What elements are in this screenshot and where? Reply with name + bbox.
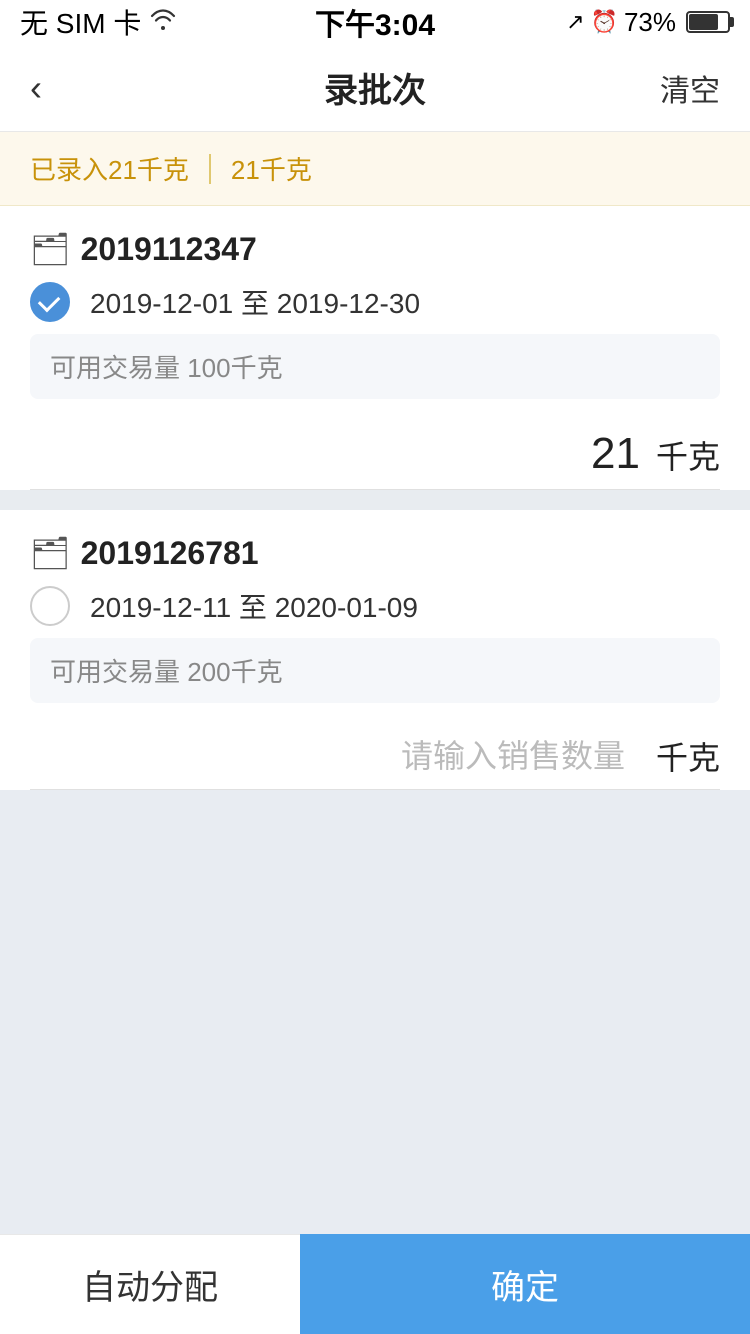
date-row-1[interactable]: 2019-12-01 至 2019-12-30 [0,276,750,334]
status-time: 下午3:04 [315,0,435,44]
amount-value-1: 21 [591,429,640,479]
separator-1 [0,490,750,510]
quantity-input[interactable] [220,738,640,775]
auto-distribute-button[interactable]: 自动分配 [0,1234,300,1334]
input-unit-2: 千克 [656,733,720,779]
input-row-2: 千克 [0,723,750,789]
batch-id-row-1: 🗂 2019112347 [0,206,750,276]
confirm-button[interactable]: 确定 [300,1234,750,1334]
recorded-amount: 已录入21千克 [30,150,189,187]
bottom-bar: 自动分配 确定 [0,1234,750,1334]
batch-id-1: 2019112347 [81,231,257,268]
batch-card-1: 🗂 2019112347 2019-12-01 至 2019-12-30 可用交… [0,206,750,490]
back-button[interactable]: ‹ [30,67,42,109]
date-row-2[interactable]: 2019-12-11 至 2020-01-09 [0,580,750,638]
radio-2[interactable] [30,586,70,626]
clear-button[interactable]: 清空 [660,66,720,110]
info-banner: 已录入21千克 21千克 [0,132,750,206]
available-2: 可用交易量 200千克 [30,638,720,703]
amount-row-1: 21 千克 [0,419,750,489]
location-icon: ↗ [566,9,584,35]
page-content: 已录入21千克 21千克 🗂 2019112347 2019-12-01 至 2… [0,132,750,1334]
battery-percent: 73% [624,7,676,38]
wifi-icon [149,6,177,38]
page-title: 录批次 [324,63,426,112]
battery-icon [686,11,730,33]
batch-id-row-2: 🗂 2019126781 [0,510,750,580]
status-right: ↗ ⏰ 73% [566,7,730,38]
batch-icon-2: 🗂 [30,534,71,572]
status-bar: 无 SIM 卡 下午3:04 ↗ ⏰ 73% [0,0,750,44]
status-left: 无 SIM 卡 [20,2,177,42]
batch-icon-1: 🗂 [30,230,71,268]
carrier-text: 无 SIM 卡 [20,2,141,42]
radio-1[interactable] [30,282,70,322]
date-range-2: 2019-12-11 至 2020-01-09 [90,586,418,626]
banner-divider [209,154,211,184]
alarm-icon: ⏰ [591,9,618,35]
total-amount: 21千克 [231,150,312,187]
available-1: 可用交易量 100千克 [30,334,720,399]
batch-card-2: 🗂 2019126781 2019-12-11 至 2020-01-09 可用交… [0,510,750,790]
date-range-1: 2019-12-01 至 2019-12-30 [90,282,420,322]
amount-unit-1: 千克 [656,432,720,478]
batch-id-2: 2019126781 [81,535,259,572]
nav-bar: ‹ 录批次 清空 [0,44,750,132]
